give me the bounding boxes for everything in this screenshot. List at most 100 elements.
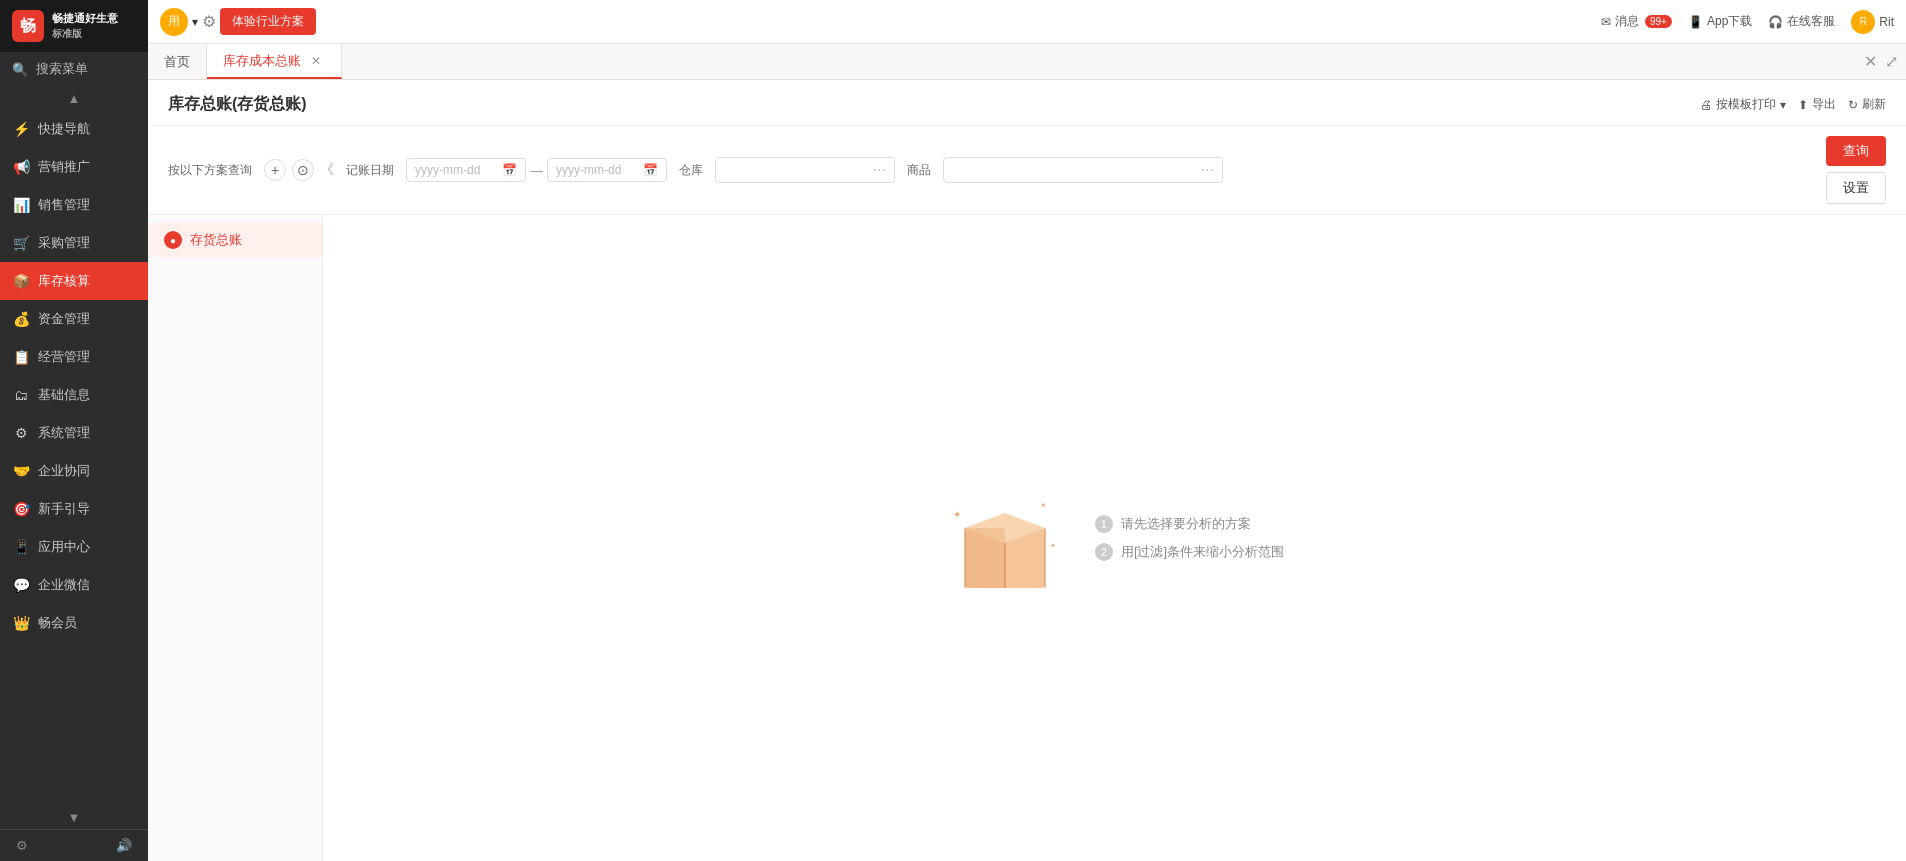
date-start-placeholder: yyyy-mm-dd (415, 163, 480, 177)
svg-text:✦: ✦ (953, 509, 961, 520)
user-name-btn[interactable]: R Rit (1851, 10, 1894, 34)
header-actions: 🖨 按模板打印 ▾ ⬆ 导出 ↻ 刷新 (1700, 96, 1886, 113)
tab-panel-expand-icon[interactable]: ⤢ (1885, 52, 1898, 71)
sidebar-item-label: 销售管理 (38, 196, 90, 214)
user-name: Rit (1879, 15, 1894, 29)
empty-hint-2: 2 用[过滤]条件来缩小分析范围 (1095, 543, 1284, 561)
print-dropdown-icon: ▾ (1780, 98, 1786, 112)
svg-text:✦: ✦ (1050, 542, 1056, 549)
industry-btn[interactable]: 体验行业方案 (220, 8, 316, 35)
messages-label: 消息 (1615, 13, 1639, 30)
sidebar-item-basic[interactable]: 🗂 基础信息 (0, 376, 148, 414)
sidebar-item-label: 应用中心 (38, 538, 90, 556)
sidebar-item-label: 畅会员 (38, 614, 77, 632)
purchase-icon: 🛒 (12, 234, 30, 252)
tab-inventory-cost[interactable]: 库存成本总账 ✕ (207, 44, 342, 79)
tab-close-btn[interactable]: ✕ (307, 52, 325, 70)
app-download-btn[interactable]: 📱 App下载 (1688, 13, 1752, 30)
search-menu[interactable]: 🔍 搜索菜单 (0, 52, 148, 86)
app-logo: 畅 畅捷通好生意 标准版 (0, 0, 148, 52)
date-end-placeholder: yyyy-mm-dd (556, 163, 621, 177)
online-service-btn[interactable]: 🎧 在线客服 (1768, 13, 1835, 30)
sidebar-item-finance[interactable]: 💰 资金管理 (0, 300, 148, 338)
scheme-item-label: 存货总账 (190, 231, 242, 249)
refresh-btn[interactable]: ↻ 刷新 (1848, 96, 1886, 113)
calendar-end-icon: 📅 (643, 163, 658, 177)
scheme-sidebar: ● 存货总账 (148, 215, 323, 861)
basic-icon: 🗂 (12, 386, 30, 404)
marketing-icon: 📢 (12, 158, 30, 176)
sidebar-item-cooperation[interactable]: 🤝 企业协同 (0, 452, 148, 490)
topbar-user-area: ✉ 消息 99+ 📱 App下载 🎧 在线客服 R Rit (1601, 10, 1894, 34)
scroll-down-btn[interactable]: ▼ (0, 805, 148, 829)
query-btn[interactable]: 查询 (1826, 136, 1886, 166)
headset-icon: 🎧 (1768, 15, 1783, 29)
inventory-icon: 📦 (12, 272, 30, 290)
sidebar-item-label: 营销推广 (38, 158, 90, 176)
date-end-input[interactable]: yyyy-mm-dd 📅 (547, 158, 667, 182)
settings-footer-icon[interactable]: ⚙ (16, 838, 28, 853)
filter-collapse-btn[interactable]: 《 (320, 161, 334, 179)
apps-icon: 📱 (12, 538, 30, 556)
date-start-input[interactable]: yyyy-mm-dd 📅 (406, 158, 526, 182)
warehouse-more-icon: ··· (873, 162, 886, 178)
topbar-user-dropdown[interactable]: 用 ▾ (160, 8, 198, 36)
sidebar-item-guide[interactable]: 🎯 新手引导 (0, 490, 148, 528)
user-small-avatar: R (1851, 10, 1875, 34)
sidebar-item-wechat[interactable]: 💬 企业微信 (0, 566, 148, 604)
empty-state: ✦ ✦ ✦ 1 请先选择要分析的方案 2 用[过滤]条件来缩小分析范围 (323, 215, 1906, 861)
hint-number-2: 2 (1095, 543, 1113, 561)
tab-inventory-cost-label: 库存成本总账 (223, 52, 301, 70)
page-title: 库存总账(存货总账) (168, 94, 307, 115)
filter-reset-btn[interactable]: ⊙ (292, 159, 314, 181)
messages-badge: 99+ (1645, 15, 1672, 28)
query-action-btns: 查询 设置 (1826, 136, 1886, 204)
sidebar-item-marketing[interactable]: 📢 营销推广 (0, 148, 148, 186)
sidebar-item-label: 企业协同 (38, 462, 90, 480)
messages-btn[interactable]: ✉ 消息 99+ (1601, 13, 1672, 30)
refresh-label: 刷新 (1862, 96, 1886, 113)
export-icon: ⬆ (1798, 98, 1808, 112)
sidebar-item-apps[interactable]: 📱 应用中心 (0, 528, 148, 566)
filter-add-btn[interactable]: + (264, 159, 286, 181)
message-icon: ✉ (1601, 15, 1611, 29)
product-select[interactable]: ··· (943, 157, 1223, 183)
tab-home[interactable]: 首页 (148, 44, 207, 79)
content-body: ● 存货总账 (148, 215, 1906, 861)
sidebar-item-inventory[interactable]: 📦 库存核算 (0, 262, 148, 300)
logo-sub: 标准版 (52, 27, 118, 41)
sidebar-item-sales[interactable]: 📊 销售管理 (0, 186, 148, 224)
sidebar-footer: ⚙ 🔊 (0, 829, 148, 861)
scroll-up-btn[interactable]: ▲ (0, 86, 148, 110)
phone-icon: 📱 (1688, 15, 1703, 29)
warehouse-select[interactable]: ··· (715, 157, 895, 183)
speaker-icon[interactable]: 🔊 (116, 838, 132, 853)
sidebar-item-label: 企业微信 (38, 576, 90, 594)
sidebar-item-label: 新手引导 (38, 500, 90, 518)
export-btn[interactable]: ⬆ 导出 (1798, 96, 1836, 113)
print-btn[interactable]: 🖨 按模板打印 ▾ (1700, 96, 1786, 113)
logo-name: 畅捷通好生意 (52, 11, 118, 26)
date-separator: — (530, 163, 543, 178)
scheme-item-inventory-ledger[interactable]: ● 存货总账 (148, 223, 322, 257)
scheme-icon: ● (164, 231, 182, 249)
search-icon: 🔍 (12, 62, 28, 77)
sidebar-item-label: 采购管理 (38, 234, 90, 252)
settings-btn[interactable]: 设置 (1826, 172, 1886, 204)
sidebar-item-purchase[interactable]: 🛒 采购管理 (0, 224, 148, 262)
sidebar-item-operations[interactable]: 📋 经营管理 (0, 338, 148, 376)
wechat-icon: 💬 (12, 576, 30, 594)
print-icon: 🖨 (1700, 98, 1712, 112)
sidebar-item-system[interactable]: ⚙ 系统管理 (0, 414, 148, 452)
sidebar-item-label: 资金管理 (38, 310, 90, 328)
sidebar: 畅 畅捷通好生意 标准版 🔍 搜索菜单 ▲ ⚡ 快捷导航 📢 营销推广 📊 销售… (0, 0, 148, 861)
sidebar-item-shortcuts[interactable]: ⚡ 快捷导航 (0, 110, 148, 148)
tab-home-label: 首页 (164, 53, 190, 71)
tab-panel-close-icon[interactable]: ✕ (1864, 52, 1877, 71)
user-avatar: 用 (160, 8, 188, 36)
gear-button[interactable]: ⚙ (202, 12, 216, 31)
app-download-label: App下载 (1707, 13, 1752, 30)
empty-hints: 1 请先选择要分析的方案 2 用[过滤]条件来缩小分析范围 (1095, 515, 1284, 561)
sidebar-item-member[interactable]: 👑 畅会员 (0, 604, 148, 642)
sidebar-item-label: 系统管理 (38, 424, 90, 442)
